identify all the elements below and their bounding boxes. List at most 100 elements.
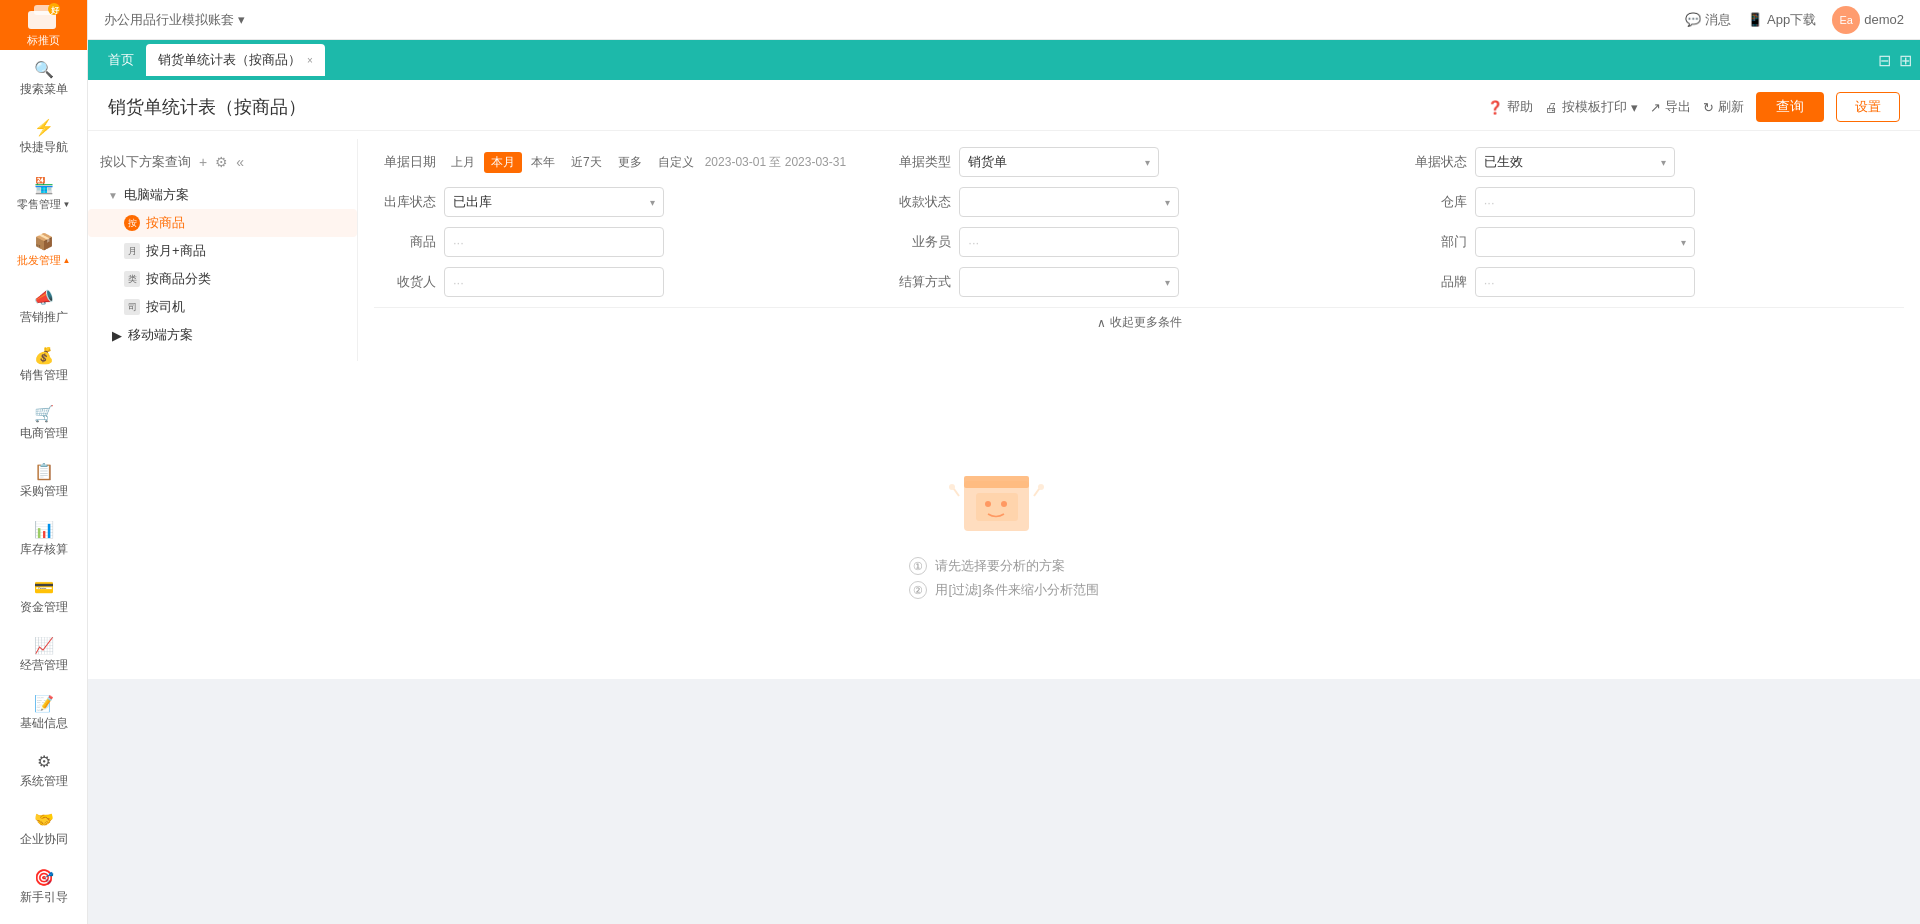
date-tag-7days[interactable]: 近7天 [564,152,609,173]
tab-minimize-btn[interactable]: ⊟ [1878,51,1891,70]
industry-dropdown[interactable]: 办公用品行业模拟账套 ▾ [104,11,245,29]
ecom-icon: 🛒 [34,404,54,423]
sales-label: 销售管理 [20,367,68,384]
quicknav-icon: ⚡ [34,118,54,137]
sidebar-item-sales[interactable]: 💰 销售管理 [0,336,87,394]
category-icon: 类 [124,271,140,287]
tab-maximize-btn[interactable]: ⊞ [1899,51,1912,70]
outstatus-chevron-icon: ▾ [650,197,655,208]
department-label: 部门 [1405,233,1475,251]
app-download-btn[interactable]: 📱 App下载 [1747,11,1816,29]
filter-field-doctype: 单据类型 销货单 ▾ [889,147,1388,177]
sidebar-item-retail[interactable]: 🏪 零售管理 ▼ [0,166,87,222]
filter-main: 按以下方案查询 + ⚙ « ▼ 电脑端方案 [88,131,1920,361]
tree-item-product-label: 按商品 [146,214,185,232]
sidebar-item-quicknav[interactable]: ⚡ 快捷导航 [0,108,87,166]
tree-group-mobile-header[interactable]: ▶ 移动端方案 [88,321,357,349]
empty-tip-1: ① 请先选择要分析的方案 [909,557,1098,575]
filter-field-outstatus: 出库状态 已出库 ▾ [374,187,873,217]
sidebar: 好 标推页 🔍 搜索菜单 ⚡ 快捷导航 🏪 零售管理 ▼ 📦 批发管理 ▲ 📣 … [0,0,88,924]
sidebar-item-collab[interactable]: 🤝 企业协同 [0,800,87,858]
sidebar-item-ops[interactable]: 📈 经营管理 [0,626,87,684]
refresh-btn[interactable]: ↻ 刷新 [1703,98,1744,116]
tree-group-desktop-header[interactable]: ▼ 电脑端方案 [88,181,357,209]
date-tag-lastmonth[interactable]: 上月 [444,152,482,173]
sidebar-item-appstore[interactable]: 🔲 应用中心 [0,916,87,924]
settlement-select[interactable]: ▾ [959,267,1179,297]
docstatus-select[interactable]: 已生效 ▾ [1475,147,1675,177]
sidebar-item-finance[interactable]: 💳 资金管理 [0,568,87,626]
filter-area: 按以下方案查询 + ⚙ « ▼ 电脑端方案 [88,131,1920,361]
tree-item-product[interactable]: 按 按商品 [88,209,357,237]
filter-field-product: 商品 ··· [374,227,873,257]
tab-home[interactable]: 首页 [96,44,146,76]
purchase-icon: 📋 [34,462,54,481]
recipient-dots: ··· [453,275,464,290]
docstatus-label: 单据状态 [1405,153,1475,171]
svg-text:好: 好 [50,6,60,15]
mobile-group-label: 移动端方案 [128,326,193,344]
sidebar-item-search[interactable]: 🔍 搜索菜单 [0,50,87,108]
mobile-group-arrow: ▶ [112,328,122,343]
sidebar-item-purchase[interactable]: 📋 采购管理 [0,452,87,510]
base-icon: 📝 [34,694,54,713]
inventory-label: 库存核算 [20,541,68,558]
date-label: 单据日期 [374,153,444,171]
sidebar-item-ecom[interactable]: 🛒 电商管理 [0,394,87,452]
sidebar-item-guide[interactable]: 🎯 新手引导 [0,858,87,916]
retail-arrow-icon: ▼ [63,200,71,209]
recipient-input[interactable]: ··· [444,267,664,297]
tree-group-desktop: ▼ 电脑端方案 按 按商品 月 按月+商品 [88,181,357,321]
filter-field-recipient: 收货人 ··· [374,267,873,297]
sidebar-item-system[interactable]: ⚙ 系统管理 [0,742,87,800]
refresh-icon: ↻ [1703,100,1714,115]
sidebar-item-base[interactable]: 📝 基础信息 [0,684,87,742]
wholesale-icon: 📦 [34,232,54,251]
paymentstatus-select[interactable]: ▾ [959,187,1179,217]
sidebar-item-marketing[interactable]: 📣 营销推广 [0,278,87,336]
empty-tip-2: ② 用[过滤]条件来缩小分析范围 [909,581,1098,599]
doctype-label: 单据类型 [889,153,959,171]
print-btn[interactable]: 🖨 按模板打印 ▾ [1545,98,1638,116]
date-tag-thisyear[interactable]: 本年 [524,152,562,173]
tab-active-label: 销货单统计表（按商品） [158,51,301,69]
guide-label: 新手引导 [20,889,68,906]
settings-button[interactable]: 设置 [1836,92,1900,122]
help-btn[interactable]: ❓ 帮助 [1487,98,1533,116]
product-input[interactable]: ··· [444,227,664,257]
date-tag-more[interactable]: 更多 [611,152,649,173]
department-select[interactable]: ▾ [1475,227,1695,257]
date-tag-custom[interactable]: 自定义 [651,152,701,173]
header-right: 💬 消息 📱 App下载 Ea demo2 [1685,6,1904,34]
header-left: 办公用品行业模拟账套 ▾ [104,11,245,29]
date-tag-thismonth[interactable]: 本月 [484,152,522,173]
tab-close-icon[interactable]: × [307,55,313,66]
industry-label: 办公用品行业模拟账套 [104,11,234,29]
salesperson-input[interactable]: ··· [959,227,1179,257]
filter-collapse-btn[interactable]: « [236,154,244,170]
filter-settings-btn[interactable]: ⚙ [215,154,228,170]
docstatus-value: 已生效 [1484,153,1523,171]
export-btn[interactable]: ↗ 导出 [1650,98,1691,116]
brand-input[interactable]: ··· [1475,267,1695,297]
filter-add-btn[interactable]: + [199,154,207,170]
tree-item-category[interactable]: 类 按商品分类 [88,265,357,293]
outstatus-select[interactable]: 已出库 ▾ [444,187,664,217]
wholesale-arrow-icon: ▲ [63,256,71,265]
industry-dropdown-icon: ▾ [238,12,245,27]
message-btn[interactable]: 💬 消息 [1685,11,1731,29]
doctype-select[interactable]: 销货单 ▾ [959,147,1159,177]
outstatus-label: 出库状态 [374,193,444,211]
filter-field-brand: 品牌 ··· [1405,267,1904,297]
tree-item-driver[interactable]: 司 按司机 [88,293,357,321]
tree-item-month-product[interactable]: 月 按月+商品 [88,237,357,265]
user-profile[interactable]: Ea demo2 [1832,6,1904,34]
sidebar-item-wholesale[interactable]: 📦 批发管理 ▲ [0,222,87,278]
tab-active[interactable]: 销货单统计表（按商品） × [146,44,325,76]
collapse-more-btn[interactable]: ∧ 收起更多条件 [374,307,1904,337]
sidebar-item-inventory[interactable]: 📊 库存核算 [0,510,87,568]
query-button[interactable]: 查询 [1756,92,1824,122]
warehouse-input[interactable]: ··· [1475,187,1695,217]
logo-area: 好 标推页 [0,0,87,50]
retail-icon: 🏪 [34,176,54,195]
